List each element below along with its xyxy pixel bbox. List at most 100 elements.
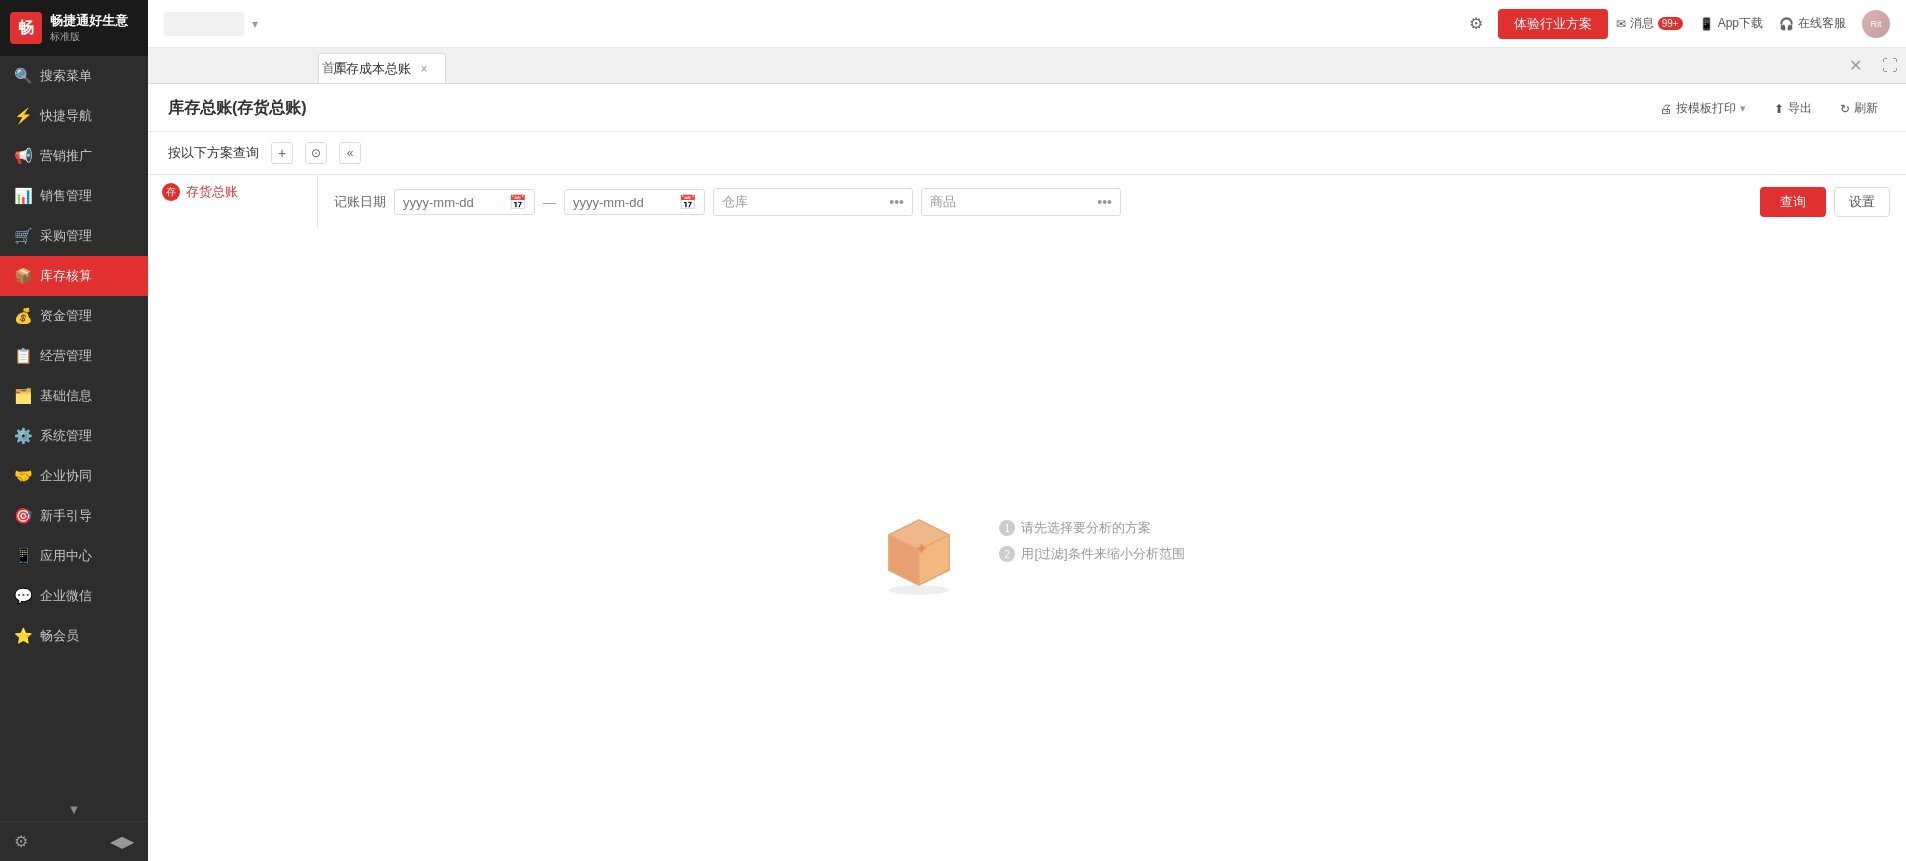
settings-footer-button[interactable]: ⚙ — [14, 832, 28, 851]
sidebar: 畅 畅捷通好生意 标准版 🔍 搜索菜单 ⚡ 快捷导航 📢 营销推广 📊 销售管理… — [0, 0, 148, 861]
product-more-icon[interactable]: ••• — [1097, 194, 1112, 210]
sidebar-item-enterprise[interactable]: 🤝 企业协同 — [0, 456, 148, 496]
empty-tips: 1 请先选择要分析的方案 2 用[过滤]条件来缩小分析范围 — [999, 519, 1184, 571]
settings-button[interactable]: 设置 — [1834, 187, 1890, 217]
sidebar-menu: 🔍 搜索菜单 ⚡ 快捷导航 📢 营销推广 📊 销售管理 🛒 采购管理 📦 库存核… — [0, 56, 148, 798]
sidebar-footer: ⚙ ◀▶ — [0, 821, 148, 861]
date-end-input[interactable] — [573, 195, 673, 210]
svg-point-5 — [889, 585, 949, 595]
empty-state-inner: ✦ 1 请先选择要分析的方案 2 用[过滤]条件来缩小分析范围 — [869, 495, 1184, 595]
sidebar-item-newguide[interactable]: 🎯 新手引导 — [0, 496, 148, 536]
expand-panel-button[interactable]: ⛶ — [1874, 57, 1906, 75]
sidebar-item-marketing[interactable]: 📢 营销推广 — [0, 136, 148, 176]
corpwechat-icon: 💬 — [14, 587, 32, 605]
sidebar-item-label: 经营管理 — [40, 347, 92, 365]
tab-home-label: 首页 — [322, 59, 348, 77]
basics-icon: 🗂️ — [14, 387, 32, 405]
sidebar-item-system[interactable]: ⚙️ 系统管理 — [0, 416, 148, 456]
logo-char: 畅 — [18, 18, 34, 39]
filter-add-button[interactable]: + — [271, 142, 293, 164]
tab-home[interactable]: 首页 — [308, 53, 362, 83]
tab-close-button[interactable]: × — [417, 62, 431, 76]
sidebar-item-label: 营销推广 — [40, 147, 92, 165]
sidebar-item-finance[interactable]: 💰 资金管理 — [0, 296, 148, 336]
print-button[interactable]: 🖨 按模板打印 ▾ — [1652, 96, 1754, 121]
logo-main-text: 畅捷通好生意 — [50, 13, 128, 30]
page-header-actions: 🖨 按模板打印 ▾ ⬆ 导出 ↻ 刷新 — [1652, 96, 1886, 121]
sidebar-scroll-down[interactable]: ▼ — [0, 798, 148, 821]
scheme-item-inventory[interactable]: 存 存货总账 — [148, 175, 317, 209]
filter-query-label: 按以下方案查询 — [168, 144, 259, 162]
date-start-input[interactable] — [403, 195, 503, 210]
tip2-number: 2 — [999, 546, 1015, 562]
app-logo: 畅 畅捷通好生意 标准版 — [0, 0, 148, 56]
print-label: 按模板打印 — [1676, 100, 1736, 117]
query-row: 记账日期 📅 — 📅 仓库 ••• — [318, 175, 1906, 229]
refresh-button[interactable]: ↻ 刷新 — [1832, 96, 1886, 121]
breadcrumb-placeholder — [164, 12, 244, 36]
sidebar-item-inventory[interactable]: 📦 库存核算 — [0, 256, 148, 296]
enterprise-icon: 🤝 — [14, 467, 32, 485]
breadcrumb-chevron[interactable]: ▾ — [252, 17, 258, 31]
filter-bar: 按以下方案查询 + ⊙ « — [148, 132, 1906, 175]
page-area: 库存总账(存货总账) 🖨 按模板打印 ▾ ⬆ 导出 ↻ 刷新 — [148, 84, 1906, 861]
collapse-icon: « — [347, 146, 354, 160]
sidebar-item-search[interactable]: 🔍 搜索菜单 — [0, 56, 148, 96]
product-filter[interactable]: 商品 ••• — [921, 188, 1121, 216]
refresh-icon: ↻ — [1840, 102, 1850, 116]
sidebar-item-appcenter[interactable]: 📱 应用中心 — [0, 536, 148, 576]
refresh-label: 刷新 — [1854, 100, 1878, 117]
app-download-button[interactable]: 📱 App下载 — [1699, 15, 1763, 32]
filter-scheme-button[interactable]: ⊙ — [305, 142, 327, 164]
filter-collapse-button[interactable]: « — [339, 142, 361, 164]
sidebar-item-label: 搜索菜单 — [40, 67, 92, 85]
collapse-sidebar-button[interactable]: ◀▶ — [110, 832, 134, 851]
tip2-text: 用[过滤]条件来缩小分析范围 — [1021, 545, 1184, 563]
date-start-input-wrap[interactable]: 📅 — [394, 189, 535, 215]
calendar-start-icon[interactable]: 📅 — [509, 194, 526, 210]
sidebar-item-basics[interactable]: 🗂️ 基础信息 — [0, 376, 148, 416]
print-chevron[interactable]: ▾ — [1740, 102, 1746, 115]
headset-icon: 🎧 — [1779, 17, 1794, 31]
sidebar-item-operations[interactable]: 📋 经营管理 — [0, 336, 148, 376]
sidebar-item-sales[interactable]: 📊 销售管理 — [0, 176, 148, 216]
warehouse-filter[interactable]: 仓库 ••• — [713, 188, 913, 216]
date-end-input-wrap[interactable]: 📅 — [564, 189, 705, 215]
warehouse-more-icon[interactable]: ••• — [889, 194, 904, 210]
topbar-gear-button[interactable]: ⚙ — [1462, 10, 1490, 38]
sidebar-item-corpwechat[interactable]: 💬 企业微信 — [0, 576, 148, 616]
logo-badge: 标准版 — [50, 30, 128, 43]
tabbar: 首页 库存成本总账 × ✕ ⛶ — [148, 48, 1906, 84]
app-download-label: App下载 — [1718, 15, 1763, 32]
calendar-end-icon[interactable]: 📅 — [679, 194, 696, 210]
export-button[interactable]: ⬆ 导出 — [1766, 96, 1820, 121]
print-icon: 🖨 — [1660, 102, 1672, 116]
date-filter-label: 记账日期 — [334, 193, 386, 211]
query-panel: 按以下方案查询 + ⊙ « 存 存货总账 — [148, 132, 1906, 229]
sidebar-item-label: 系统管理 — [40, 427, 92, 445]
sidebar-item-quicknav[interactable]: ⚡ 快捷导航 — [0, 96, 148, 136]
sidebar-item-label: 应用中心 — [40, 547, 92, 565]
online-service-button[interactable]: 🎧 在线客服 — [1779, 15, 1846, 32]
finance-icon: 💰 — [14, 307, 32, 325]
close-panel-button[interactable]: ✕ — [1841, 56, 1870, 75]
filter-actions-right: 查询 设置 — [1760, 187, 1890, 217]
sidebar-item-member[interactable]: ⭐ 畅会员 — [0, 616, 148, 656]
topbar-nav: ▾ — [164, 12, 1454, 36]
operations-icon: 📋 — [14, 347, 32, 365]
scheme-item-icon: 存 — [162, 183, 180, 201]
quick-nav-icon: ⚡ — [14, 107, 32, 125]
message-button[interactable]: ✉ 消息 99+ — [1616, 15, 1683, 32]
user-avatar[interactable]: Rit — [1862, 10, 1890, 38]
sidebar-item-label: 资金管理 — [40, 307, 92, 325]
sidebar-item-label: 企业协同 — [40, 467, 92, 485]
sidebar-item-label: 快捷导航 — [40, 107, 92, 125]
sidebar-item-label: 基础信息 — [40, 387, 92, 405]
query-button[interactable]: 查询 — [1760, 187, 1826, 217]
appcenter-icon: 📱 — [14, 547, 32, 565]
marketing-icon: 📢 — [14, 147, 32, 165]
sidebar-item-purchase[interactable]: 🛒 采购管理 — [0, 216, 148, 256]
sidebar-item-label: 销售管理 — [40, 187, 92, 205]
industry-solution-button[interactable]: 体验行业方案 — [1498, 9, 1608, 39]
member-icon: ⭐ — [14, 627, 32, 645]
